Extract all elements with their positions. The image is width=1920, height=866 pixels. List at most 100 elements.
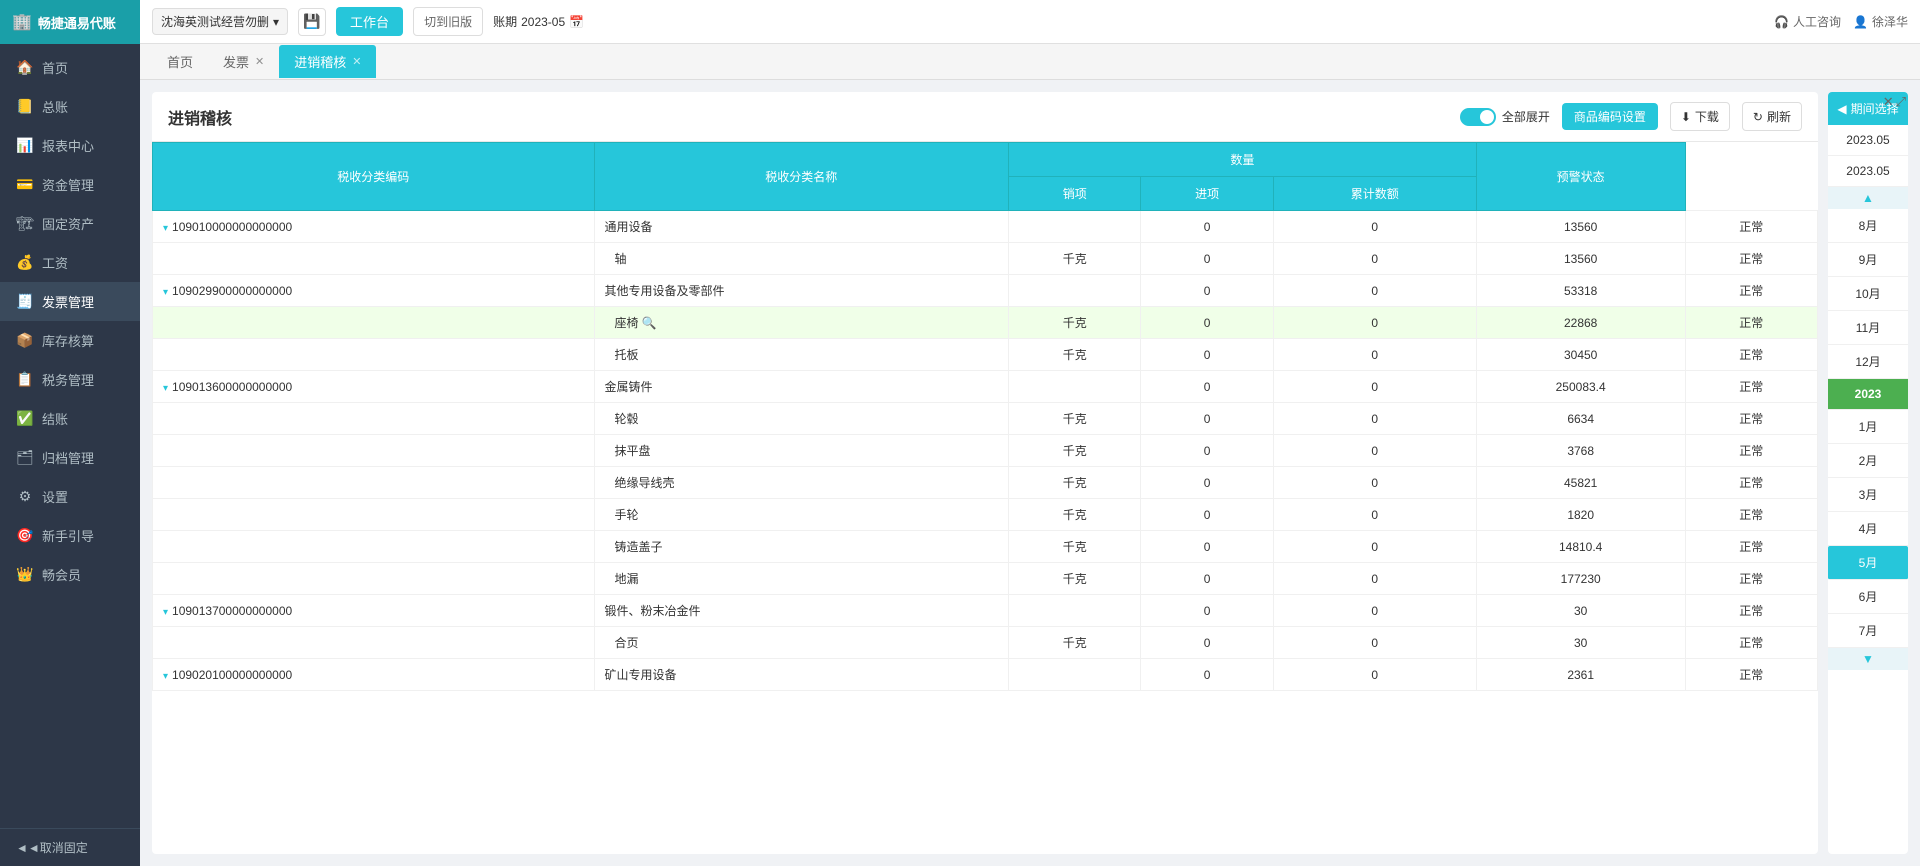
collapse-icon[interactable]: ▾ [163, 671, 168, 682]
sidebar-item-salary[interactable]: 💰 工资 [0, 243, 140, 282]
app-logo: 🏢 畅捷通易代账 [0, 0, 140, 44]
month-3[interactable]: 3月 [1828, 478, 1908, 512]
month-7[interactable]: 7月 [1828, 614, 1908, 648]
row-code: ▾109013700000000000 [153, 595, 595, 627]
sidebar-item-settings[interactable]: ⚙ 设置 [0, 477, 140, 516]
table-row[interactable]: ▾109010000000000000 通用设备 0 0 13560 正常 [153, 211, 1818, 243]
sidebar-item-ledger[interactable]: 📒 总账 [0, 87, 140, 126]
company-selector[interactable]: 沈海英测试经营勿删 ▾ [152, 8, 288, 35]
collapse-icon[interactable]: ▾ [163, 607, 168, 618]
sidebar-item-assets[interactable]: 🏗 固定资产 [0, 204, 140, 243]
period-item-2023-05-b[interactable]: 2023.05 [1828, 156, 1908, 187]
tab-invoice-close[interactable]: ✕ [255, 55, 264, 68]
month-5[interactable]: 5月 [1828, 546, 1908, 580]
row-sales: 0 [1141, 531, 1273, 563]
table-row[interactable]: ▾109013600000000000 金属铸件 0 0 250083.4 正常 [153, 371, 1818, 403]
scroll-down-button[interactable]: ▼ [1828, 648, 1908, 670]
collapse-icon[interactable]: ▾ [163, 383, 168, 394]
row-code [153, 339, 595, 371]
month-4[interactable]: 4月 [1828, 512, 1908, 546]
sidebar-item-reports[interactable]: 📊 报表中心 [0, 126, 140, 165]
refresh-button[interactable]: ↻ 刷新 [1742, 102, 1802, 131]
expand-toggle[interactable] [1460, 108, 1496, 126]
sidebar-item-home[interactable]: 🏠 首页 [0, 48, 140, 87]
row-unit [1009, 371, 1141, 403]
tab-invoice[interactable]: 发票 ✕ [208, 45, 279, 78]
table-row[interactable]: ▾109020100000000000 矿山专用设备 0 0 2361 正常 [153, 659, 1818, 691]
row-total: 1820 [1476, 499, 1685, 531]
sidebar-item-tax[interactable]: 📋 税务管理 [0, 360, 140, 399]
month-12[interactable]: 12月 [1828, 345, 1908, 379]
sidebar-item-funds[interactable]: 💳 资金管理 [0, 165, 140, 204]
month-8[interactable]: 8月 [1828, 209, 1908, 243]
table-row[interactable]: 铸造盖子 千克 0 0 14810.4 正常 [153, 531, 1818, 563]
product-code-button[interactable]: 商品编码设置 [1562, 103, 1658, 130]
table-row[interactable]: 托板 千克 0 0 30450 正常 [153, 339, 1818, 371]
table-row[interactable]: 绝缘导线壳 千克 0 0 45821 正常 [153, 467, 1818, 499]
table-row[interactable]: 地漏 千克 0 0 177230 正常 [153, 563, 1818, 595]
invoice-icon: 🧾 [16, 293, 34, 310]
row-unit: 千克 [1009, 563, 1141, 595]
month-6[interactable]: 6月 [1828, 580, 1908, 614]
topbar-right: 🎧 人工咨询 👤 徐泽华 [1774, 13, 1908, 30]
row-total: 45821 [1476, 467, 1685, 499]
table-row[interactable]: ▾109029900000000000 其他专用设备及零部件 0 0 53318… [153, 275, 1818, 307]
download-label: 下载 [1695, 108, 1719, 125]
month-11[interactable]: 11月 [1828, 311, 1908, 345]
period-item-2023-05-a[interactable]: 2023.05 [1828, 125, 1908, 156]
table-row[interactable]: 合页 千克 0 0 30 正常 [153, 627, 1818, 659]
row-purchase: 0 [1273, 467, 1476, 499]
search-icon[interactable]: 🔍 [642, 316, 657, 330]
sidebar-item-settlement[interactable]: ✅ 结账 [0, 399, 140, 438]
year-2023[interactable]: 2023 [1828, 379, 1908, 410]
month-1[interactable]: 1月 [1828, 410, 1908, 444]
tab-home[interactable]: 首页 [152, 45, 208, 78]
month-9[interactable]: 9月 [1828, 243, 1908, 277]
table-row[interactable]: 轴 千克 0 0 13560 正常 [153, 243, 1818, 275]
collapse-icon[interactable]: ▾ [163, 223, 168, 234]
table-row[interactable]: ▾109013700000000000 锻件、粉末冶金件 0 0 30 正常 [153, 595, 1818, 627]
collapse-icon[interactable]: ▾ [163, 287, 168, 298]
col-header-code: 税收分类编码 [153, 143, 595, 211]
month-10[interactable]: 10月 [1828, 277, 1908, 311]
user-menu[interactable]: 👤 徐泽华 [1853, 13, 1908, 30]
tab-reconcile-close[interactable]: ✕ [352, 55, 361, 68]
row-status: 正常 [1685, 371, 1817, 403]
row-total: 53318 [1476, 275, 1685, 307]
refresh-icon: ↻ [1753, 110, 1763, 124]
sidebar-unpin[interactable]: ◄◄取消固定 [0, 828, 140, 866]
row-name: 绝缘导线壳 [594, 467, 1009, 499]
row-sales: 0 [1141, 435, 1273, 467]
close-panel-icon[interactable]: ✕ [1883, 94, 1894, 110]
sidebar-item-archive[interactable]: 🗂 归档管理 [0, 438, 140, 477]
home-icon: 🏠 [16, 59, 34, 76]
table-row[interactable]: 抹平盘 千克 0 0 3768 正常 [153, 435, 1818, 467]
workbench-button[interactable]: 工作台 [336, 7, 403, 36]
tab-invoice-label: 发票 [223, 52, 249, 71]
sidebar-item-label: 畅会员 [42, 565, 81, 584]
calendar-icon[interactable]: 📅 [569, 15, 584, 29]
logo-text: 畅捷通易代账 [38, 13, 116, 32]
sidebar-item-member[interactable]: 👑 畅会员 [0, 555, 140, 594]
row-name: 抹平盘 [594, 435, 1009, 467]
expand-toggle-wrap: 全部展开 [1460, 108, 1550, 126]
row-status: 正常 [1685, 659, 1817, 691]
row-status: 正常 [1685, 275, 1817, 307]
scroll-up-button[interactable]: ▲ [1828, 187, 1908, 209]
archive-icon: 🗂 [16, 449, 34, 466]
sidebar-item-guide[interactable]: 🎯 新手引导 [0, 516, 140, 555]
table-row[interactable]: 轮毂 千克 0 0 6634 正常 [153, 403, 1818, 435]
sidebar-item-inventory[interactable]: 📦 库存核算 [0, 321, 140, 360]
save-button[interactable]: 💾 [298, 8, 326, 36]
sidebar-item-invoice[interactable]: 🧾 发票管理 [0, 282, 140, 321]
table-row[interactable]: 座椅 🔍 千克 0 0 22868 正常 [153, 307, 1818, 339]
help-button[interactable]: 🎧 人工咨询 [1774, 13, 1841, 30]
old-version-button[interactable]: 切到旧版 [413, 7, 483, 36]
expand-panel-icon[interactable]: ⤢ [1896, 94, 1906, 110]
download-button[interactable]: ⬇ 下载 [1670, 102, 1730, 131]
month-2[interactable]: 2月 [1828, 444, 1908, 478]
tab-reconcile[interactable]: 进销稽核 ✕ [279, 45, 376, 78]
row-code: ▾109020100000000000 [153, 659, 595, 691]
assets-icon: 🏗 [16, 215, 34, 232]
table-row[interactable]: 手轮 千克 0 0 1820 正常 [153, 499, 1818, 531]
